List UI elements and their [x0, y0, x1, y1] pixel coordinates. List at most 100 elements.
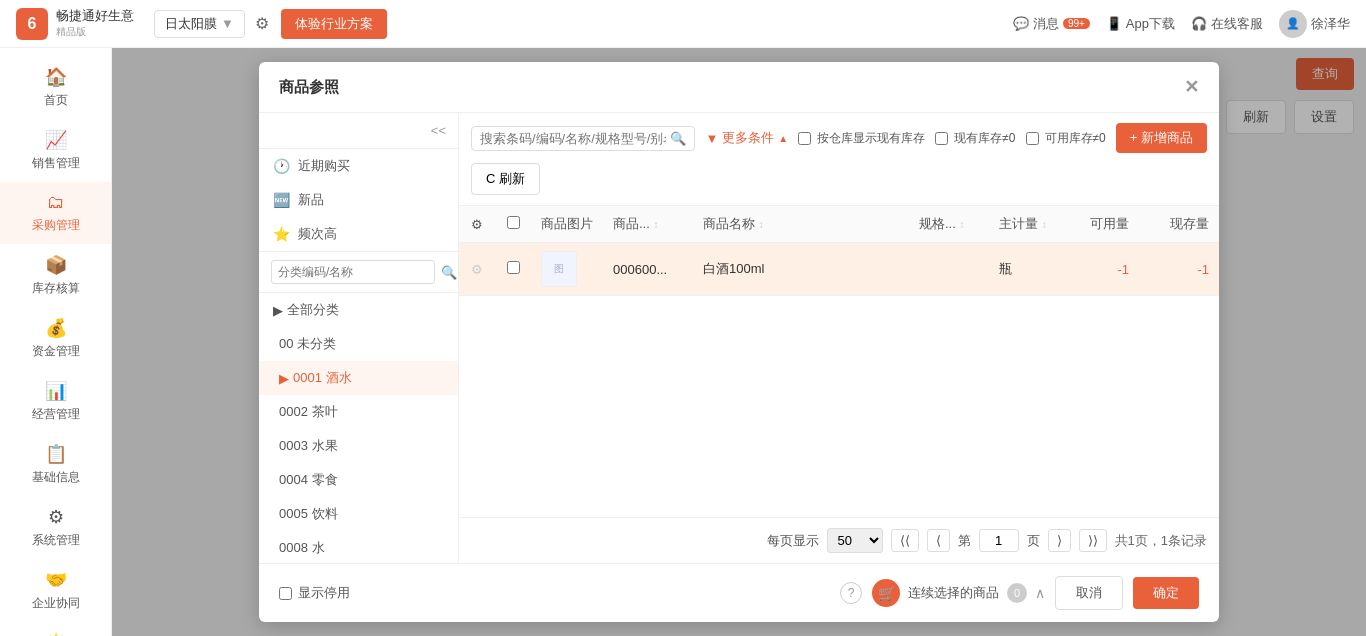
sidebar-operations-label: 经营管理	[32, 406, 80, 423]
filter-label: 更多条件	[722, 129, 774, 147]
col-header-name[interactable]: 商品名称	[693, 206, 909, 243]
sidebar-item-purchase[interactable]: 🗂 采购管理	[0, 182, 111, 244]
prev-page-button[interactable]: ⟨	[927, 529, 950, 552]
expand-cart-icon[interactable]: ∧	[1035, 585, 1045, 601]
recent-item-new[interactable]: 🆕 新品	[259, 183, 458, 217]
row-available: -1	[1059, 243, 1139, 296]
col-header-gear[interactable]: ⚙	[459, 206, 495, 243]
classify-search-input[interactable]	[271, 260, 435, 284]
cart-count: 0	[1007, 583, 1027, 603]
cart-icon[interactable]: 🛒	[872, 579, 900, 607]
sidebar-item-guide[interactable]: 🌟 新手引导	[0, 622, 111, 636]
online-service-item[interactable]: 🎧 在线客服	[1191, 15, 1263, 33]
app-download-item[interactable]: 📱 App下载	[1106, 15, 1175, 33]
page-total: 共1页，1条记录	[1115, 532, 1207, 550]
product-search-icon[interactable]: 🔍	[670, 131, 686, 146]
classify-drinks-label: 0005 饮料	[279, 505, 338, 523]
sidebar-item-inventory[interactable]: 📦 库存核算	[0, 244, 111, 307]
brand-text: 畅捷通好生意 精品版	[56, 8, 134, 39]
product-search-input[interactable]	[480, 131, 666, 146]
page-label: 第	[958, 532, 971, 550]
username-label: 徐泽华	[1311, 15, 1350, 33]
sidebar-item-collab[interactable]: 🤝 企业协同	[0, 559, 111, 622]
classify-drinks[interactable]: 0005 饮料	[259, 497, 458, 531]
warehouse-stock-label: 按仓库显示现有库存	[817, 130, 925, 147]
purchase-icon: 🗂	[47, 192, 65, 213]
product-thumbnail: 图	[541, 251, 577, 287]
col-header-spec[interactable]: 规格...	[909, 206, 989, 243]
display-disabled-checkbox[interactable]	[279, 587, 292, 600]
sidebar-item-system[interactable]: ⚙ 系统管理	[0, 496, 111, 559]
classify-tea-label: 0002 茶叶	[279, 403, 338, 421]
classify-alcohol[interactable]: ▶ 0001 酒水	[259, 361, 458, 395]
user-item[interactable]: 👤 徐泽华	[1279, 10, 1350, 38]
filter-icon: ▼	[705, 131, 718, 146]
available-stock-checkbox[interactable]	[1026, 132, 1039, 145]
right-toolbar: 🔍 ▼ 更多条件 ▲ 按仓库显示现有库存	[459, 113, 1219, 206]
settings-icon[interactable]: ⚙	[255, 14, 269, 33]
filter-arrow-icon: ▲	[778, 133, 788, 144]
frequent-label: 频次高	[298, 225, 337, 243]
classify-snacks[interactable]: 0004 零食	[259, 463, 458, 497]
display-disabled-label[interactable]: 显示停用	[279, 584, 350, 602]
classify-water[interactable]: 0008 水	[259, 531, 458, 563]
recent-item-frequent[interactable]: ⭐ 频次高	[259, 217, 458, 251]
recent-label: 近期购买	[298, 157, 350, 175]
classify-fruit[interactable]: 0003 水果	[259, 429, 458, 463]
last-page-button[interactable]: ⟩⟩	[1079, 529, 1107, 552]
help-icon[interactable]: ?	[840, 582, 862, 604]
notifications-item[interactable]: 💬 消息 99+	[1013, 15, 1090, 33]
sidebar-system-label: 系统管理	[32, 532, 80, 549]
select-all-checkbox[interactable]	[507, 216, 520, 229]
recent-item-recent[interactable]: 🕐 近期购买	[259, 149, 458, 183]
experience-button[interactable]: 体验行业方案	[281, 9, 387, 39]
row-name: 白酒100ml	[693, 243, 909, 296]
nav-selector[interactable]: 日太阳膜 ▼	[154, 10, 245, 38]
warehouse-stock-checkbox[interactable]	[798, 132, 811, 145]
row-stock: -1	[1139, 243, 1219, 296]
classify-water-label: 0008 水	[279, 539, 325, 557]
add-product-button[interactable]: + 新增商品	[1116, 123, 1207, 153]
sidebar-item-finance[interactable]: 💰 资金管理	[0, 307, 111, 370]
sidebar-collab-label: 企业协同	[32, 595, 80, 612]
first-page-button[interactable]: ⟨⟨	[891, 529, 919, 552]
sidebar-item-operations[interactable]: 📊 经营管理	[0, 370, 111, 433]
row-checkbox[interactable]	[495, 243, 531, 296]
table-row[interactable]: ⚙ 图 000600... 白酒100ml	[459, 243, 1219, 296]
inventory-icon: 📦	[45, 254, 67, 276]
classify-unclassified[interactable]: 00 未分类	[259, 327, 458, 361]
sidebar-item-sales[interactable]: 📈 销售管理	[0, 119, 111, 182]
collapse-button[interactable]: <<	[431, 123, 446, 138]
mobile-icon: 📱	[1106, 16, 1122, 31]
current-stock-label: 现有库存≠0	[954, 130, 1015, 147]
confirm-button[interactable]: 确定	[1133, 577, 1199, 609]
classify-tea[interactable]: 0002 茶叶	[259, 395, 458, 429]
cancel-button[interactable]: 取消	[1055, 576, 1123, 610]
sidebar-inventory-label: 库存核算	[32, 280, 80, 297]
clock-icon: 🕐	[273, 158, 290, 174]
sidebar-item-home[interactable]: 🏠 首页	[0, 56, 111, 119]
modal-close-button[interactable]: ✕	[1184, 76, 1199, 98]
page-size-select[interactable]: 50 10 20 100	[827, 528, 883, 553]
current-stock-checkbox[interactable]	[935, 132, 948, 145]
product-search-box: 🔍	[471, 126, 695, 151]
classify-all[interactable]: ▶ 全部分类	[259, 293, 458, 327]
search-icon[interactable]: 🔍	[441, 265, 457, 280]
page-size-label: 每页显示	[767, 532, 819, 550]
checkbox-warehouse-stock[interactable]: 按仓库显示现有库存	[798, 130, 925, 147]
page-number-input[interactable]	[979, 529, 1019, 552]
row-unit: 瓶	[989, 243, 1059, 296]
checkbox-available-stock[interactable]: 可用库存≠0	[1026, 130, 1106, 147]
col-header-image: 商品图片	[531, 206, 603, 243]
sidebar-sales-label: 销售管理	[32, 155, 80, 172]
refresh-product-button[interactable]: C 刷新	[471, 163, 540, 195]
avatar: 👤	[1279, 10, 1307, 38]
filter-button[interactable]: ▼ 更多条件 ▲	[705, 129, 788, 147]
checkbox-current-stock[interactable]: 现有库存≠0	[935, 130, 1015, 147]
sidebar-item-basics[interactable]: 📋 基础信息	[0, 433, 111, 496]
next-page-button[interactable]: ⟩	[1048, 529, 1071, 552]
nav-selector-label: 日太阳膜	[165, 15, 217, 33]
col-header-unit[interactable]: 主计量	[989, 206, 1059, 243]
col-header-code[interactable]: 商品...	[603, 206, 693, 243]
product-modal: 商品参照 ✕ << 🕐 近期购买	[259, 62, 1219, 622]
